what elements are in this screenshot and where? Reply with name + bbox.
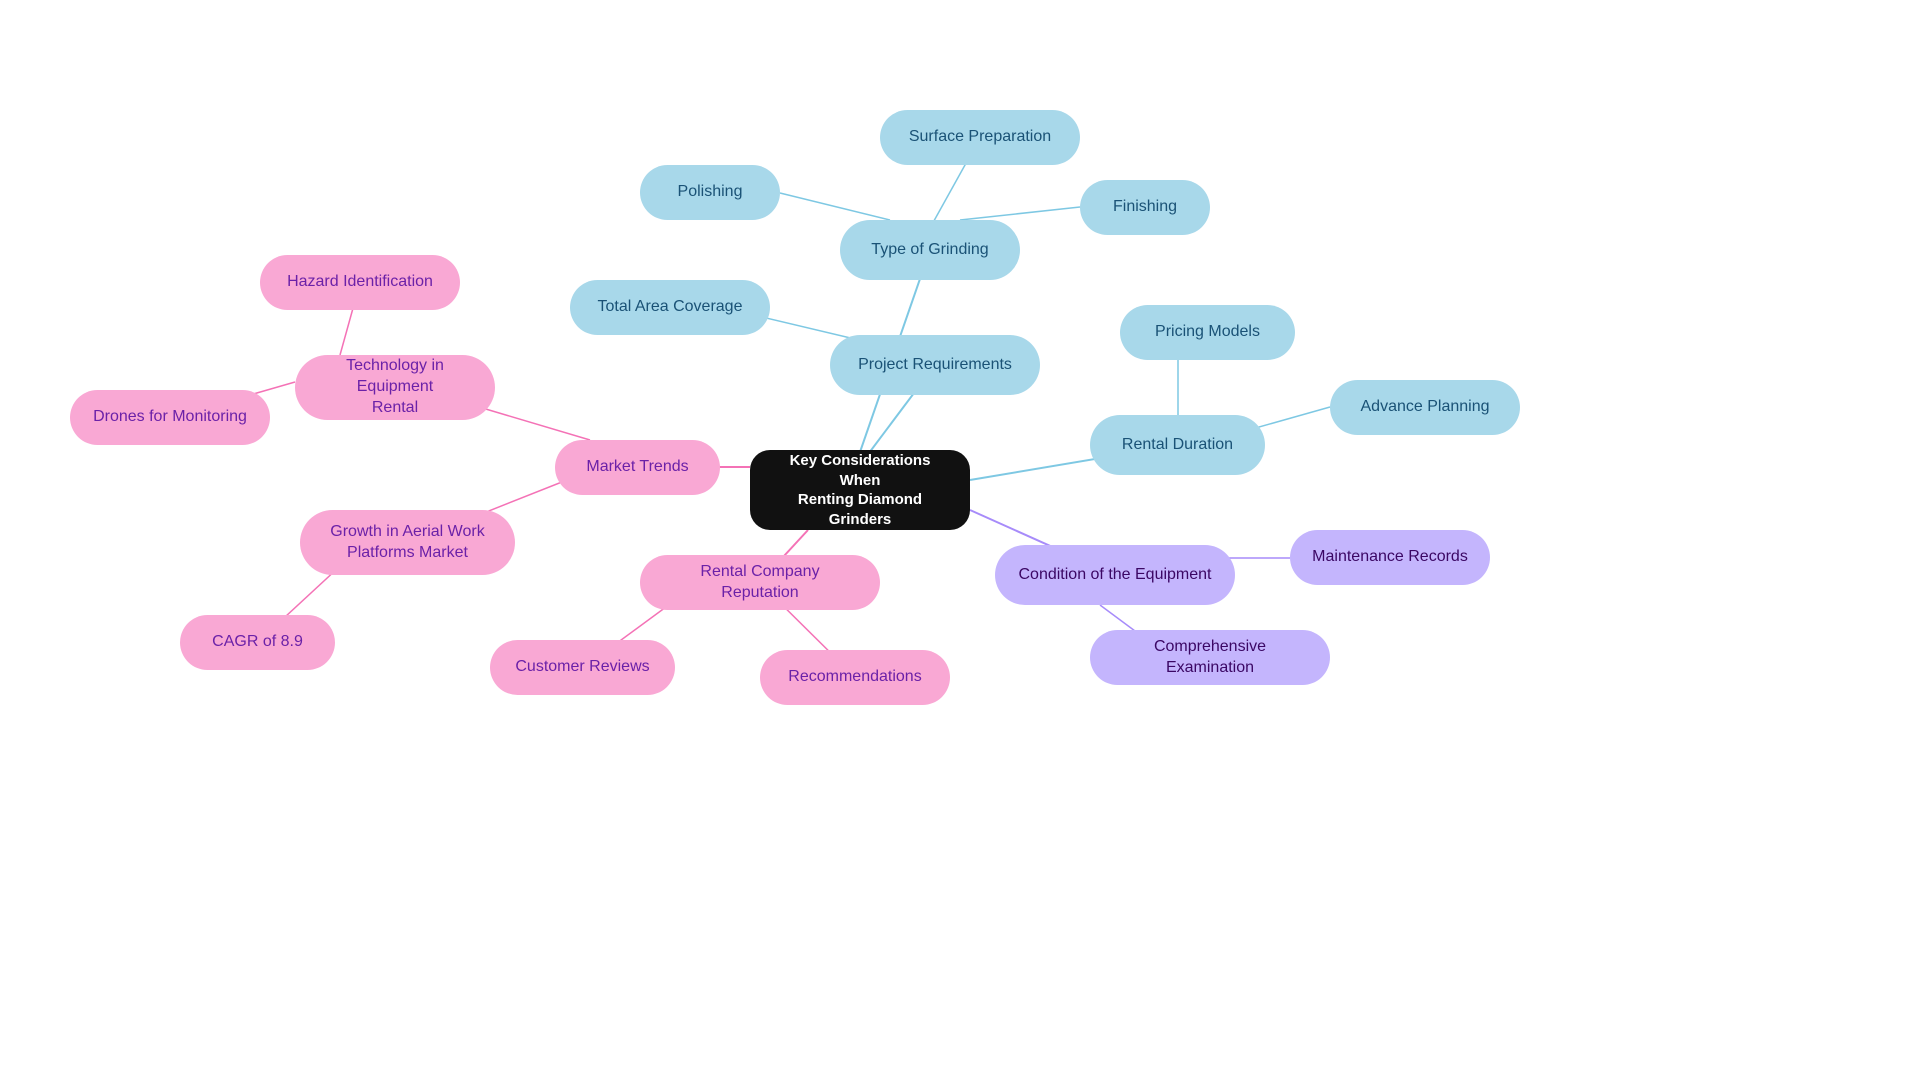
node-total-area[interactable]: Total Area Coverage: [570, 280, 770, 335]
node-surface-prep[interactable]: Surface Preparation: [880, 110, 1080, 165]
node-polishing[interactable]: Polishing: [640, 165, 780, 220]
node-total-area-label: Total Area Coverage: [598, 297, 743, 318]
node-rental-company-rep-label: Rental Company Reputation: [660, 562, 860, 604]
node-maintenance-records[interactable]: Maintenance Records: [1290, 530, 1490, 585]
node-type-grinding[interactable]: Type of Grinding: [840, 220, 1020, 280]
node-customer-reviews-label: Customer Reviews: [515, 657, 649, 678]
node-rental-duration-label: Rental Duration: [1122, 435, 1233, 456]
node-rental-company-rep[interactable]: Rental Company Reputation: [640, 555, 880, 610]
node-growth-aerial-label: Growth in Aerial Work Platforms Market: [330, 522, 484, 564]
node-comprehensive-exam[interactable]: Comprehensive Examination: [1090, 630, 1330, 685]
node-advance-planning[interactable]: Advance Planning: [1330, 380, 1520, 435]
node-pricing-models[interactable]: Pricing Models: [1120, 305, 1295, 360]
node-recommendations[interactable]: Recommendations: [760, 650, 950, 705]
node-customer-reviews[interactable]: Customer Reviews: [490, 640, 675, 695]
node-condition-equip-label: Condition of the Equipment: [1018, 565, 1211, 586]
node-cagr[interactable]: CAGR of 8.9: [180, 615, 335, 670]
center-node[interactable]: Key Considerations When Renting Diamond …: [750, 450, 970, 530]
center-node-label: Key Considerations When Renting Diamond …: [770, 451, 950, 529]
node-cagr-label: CAGR of 8.9: [212, 632, 303, 653]
node-hazard-id-label: Hazard Identification: [287, 272, 433, 293]
node-surface-prep-label: Surface Preparation: [909, 127, 1051, 148]
node-hazard-id[interactable]: Hazard Identification: [260, 255, 460, 310]
node-finishing[interactable]: Finishing: [1080, 180, 1210, 235]
node-project-req-label: Project Requirements: [858, 355, 1012, 376]
node-tech-equip-rental[interactable]: Technology in Equipment Rental: [295, 355, 495, 420]
node-drones-monitoring[interactable]: Drones for Monitoring: [70, 390, 270, 445]
node-market-trends-label: Market Trends: [586, 457, 688, 478]
node-polishing-label: Polishing: [678, 182, 743, 203]
node-maintenance-records-label: Maintenance Records: [1312, 547, 1468, 568]
node-advance-planning-label: Advance Planning: [1361, 397, 1490, 418]
node-tech-equip-rental-label: Technology in Equipment Rental: [315, 356, 475, 418]
node-recommendations-label: Recommendations: [788, 667, 921, 688]
node-condition-equip[interactable]: Condition of the Equipment: [995, 545, 1235, 605]
node-market-trends[interactable]: Market Trends: [555, 440, 720, 495]
node-growth-aerial[interactable]: Growth in Aerial Work Platforms Market: [300, 510, 515, 575]
node-comprehensive-exam-label: Comprehensive Examination: [1110, 637, 1310, 679]
node-project-req[interactable]: Project Requirements: [830, 335, 1040, 395]
node-pricing-models-label: Pricing Models: [1155, 322, 1260, 343]
node-finishing-label: Finishing: [1113, 197, 1177, 218]
node-drones-monitoring-label: Drones for Monitoring: [93, 407, 247, 428]
node-type-grinding-label: Type of Grinding: [871, 240, 988, 261]
node-rental-duration[interactable]: Rental Duration: [1090, 415, 1265, 475]
